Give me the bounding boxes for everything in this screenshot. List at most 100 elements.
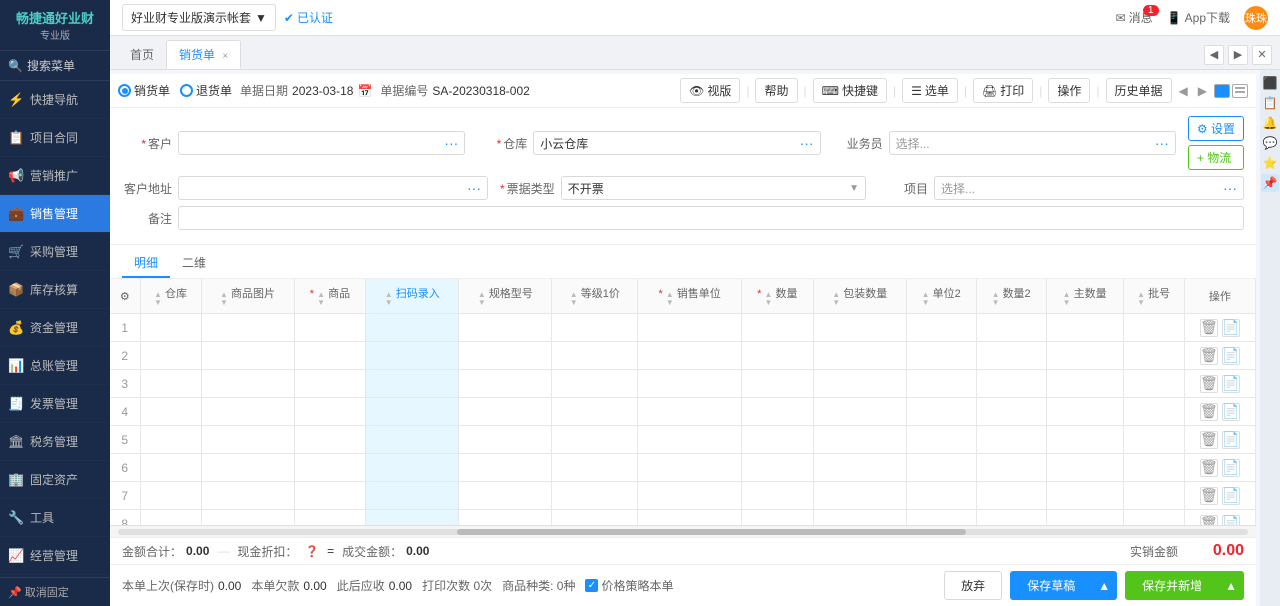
cell-qty2[interactable]: [976, 370, 1046, 398]
sidebar-item-inventory[interactable]: 📦 库存核算: [0, 271, 110, 309]
cell-product[interactable]: [294, 482, 366, 510]
sidebar-item-billing[interactable]: 🧾 发票管理: [0, 385, 110, 423]
cell-product[interactable]: [294, 370, 366, 398]
cell-warehouse[interactable]: [140, 342, 201, 370]
cell-scan[interactable]: [366, 370, 459, 398]
tab-mingxi[interactable]: 明细: [122, 249, 170, 278]
cell-product-img[interactable]: [201, 426, 294, 454]
copy-row-btn[interactable]: 📄: [1222, 403, 1240, 421]
cell-pack-qty[interactable]: [813, 314, 906, 342]
copy-row-btn[interactable]: 📄: [1222, 459, 1240, 477]
cell-product-img[interactable]: [201, 398, 294, 426]
setup-btn[interactable]: ⚙ 设置: [1188, 116, 1244, 141]
cell-main-qty[interactable]: [1046, 510, 1123, 526]
address-input[interactable]: ···: [178, 176, 488, 200]
cell-main-qty[interactable]: [1046, 342, 1123, 370]
delete-row-btn[interactable]: 🗑: [1200, 319, 1218, 337]
cell-pack-qty[interactable]: [813, 426, 906, 454]
right-panel-icon-1[interactable]: ⬛: [1261, 74, 1279, 92]
view-btn[interactable]: 👁 视版: [680, 78, 740, 103]
cell-batch[interactable]: [1123, 510, 1184, 526]
right-panel-icon-6[interactable]: 📌: [1261, 174, 1279, 192]
cell-product-img[interactable]: [201, 314, 294, 342]
cell-scan[interactable]: [366, 398, 459, 426]
cell-spec[interactable]: [459, 482, 552, 510]
save-new-btn[interactable]: 保存并新增: [1125, 571, 1219, 600]
cell-sales-unit[interactable]: [638, 482, 742, 510]
copy-row-btn[interactable]: 📄: [1222, 487, 1240, 505]
cell-grade-price[interactable]: [552, 426, 638, 454]
th-scan-input[interactable]: ▲▼ 扫码录入: [366, 279, 459, 314]
cell-product[interactable]: [294, 314, 366, 342]
cell-warehouse[interactable]: [140, 314, 201, 342]
cell-batch[interactable]: [1123, 454, 1184, 482]
cell-qty2[interactable]: [976, 426, 1046, 454]
cell-spec[interactable]: [459, 370, 552, 398]
cell-grade-price[interactable]: [552, 342, 638, 370]
copy-row-btn[interactable]: 📄: [1222, 515, 1240, 526]
user-avatar-btn[interactable]: 珠珠: [1244, 6, 1268, 30]
cell-sales-unit[interactable]: [638, 342, 742, 370]
salesperson-input[interactable]: 选择... ···: [889, 131, 1176, 155]
cell-batch[interactable]: [1123, 398, 1184, 426]
tab-window-close-btn[interactable]: ✕: [1252, 45, 1272, 65]
cell-batch[interactable]: [1123, 370, 1184, 398]
save-draft-btn[interactable]: 保存草稿: [1010, 571, 1092, 600]
radio-sales-order[interactable]: 销货单: [118, 82, 170, 99]
sidebar-item-accounting[interactable]: 📊 总账管理: [0, 347, 110, 385]
cell-product[interactable]: [294, 510, 366, 526]
cell-unit2[interactable]: [906, 342, 976, 370]
sidebar-item-purchase[interactable]: 🛒 采购管理: [0, 233, 110, 271]
cell-product-img[interactable]: [201, 482, 294, 510]
cell-batch[interactable]: [1123, 314, 1184, 342]
history-btn[interactable]: 历史单据: [1106, 78, 1172, 103]
cell-unit2[interactable]: [906, 482, 976, 510]
cell-scan[interactable]: [366, 342, 459, 370]
cell-product[interactable]: [294, 454, 366, 482]
cell-qty2[interactable]: [976, 398, 1046, 426]
cell-pack-qty[interactable]: [813, 342, 906, 370]
delete-row-btn[interactable]: 🗑: [1200, 347, 1218, 365]
help-btn[interactable]: 帮助: [755, 78, 797, 103]
invoice-select[interactable]: 不开票 ▼: [561, 176, 866, 200]
cell-grade-price[interactable]: [552, 454, 638, 482]
th-grade-price[interactable]: ▲▼ 等级1价: [552, 279, 638, 314]
copy-row-btn[interactable]: 📄: [1222, 431, 1240, 449]
company-selector[interactable]: 好业财专业版演示帐套 ▼: [122, 4, 276, 31]
copy-row-btn[interactable]: 📄: [1222, 319, 1240, 337]
cell-pack-qty[interactable]: [813, 370, 906, 398]
sidebar-item-capital[interactable]: 💰 资金管理: [0, 309, 110, 347]
right-panel-icon-4[interactable]: 💬: [1261, 134, 1279, 152]
th-product-img[interactable]: ▲▼ 商品图片: [201, 279, 294, 314]
cell-quantity[interactable]: [741, 370, 813, 398]
cell-product-img[interactable]: [201, 510, 294, 526]
cell-unit2[interactable]: [906, 510, 976, 526]
cell-quantity[interactable]: [741, 398, 813, 426]
th-spec[interactable]: ▲▼ 规格型号: [459, 279, 552, 314]
cell-warehouse[interactable]: [140, 398, 201, 426]
th-settings[interactable]: ⚙: [110, 279, 140, 314]
cell-scan[interactable]: [366, 426, 459, 454]
cell-qty2[interactable]: [976, 342, 1046, 370]
scroll-thumb[interactable]: [457, 529, 966, 535]
sidebar-item-sales[interactable]: 💼 销售管理: [0, 195, 110, 233]
remarks-input[interactable]: [178, 206, 1244, 230]
price-policy-checkbox[interactable]: ✓: [585, 579, 598, 592]
tab-home[interactable]: 首页: [118, 41, 166, 68]
cell-main-qty[interactable]: [1046, 454, 1123, 482]
sidebar-item-fixed-assets[interactable]: 🏢 固定资产: [0, 461, 110, 499]
sidebar-item-quick-nav[interactable]: ⚡ 快捷导航: [0, 81, 110, 119]
cancel-fixed-btn[interactable]: 📌 取消固定: [0, 577, 110, 606]
cell-spec[interactable]: [459, 342, 552, 370]
calendar-icon[interactable]: 📅: [357, 84, 372, 98]
date-value[interactable]: 2023-03-18: [292, 84, 353, 98]
cell-product-img[interactable]: [201, 454, 294, 482]
cell-grade-price[interactable]: [552, 510, 638, 526]
th-unit2[interactable]: ▲▼ 单位2: [906, 279, 976, 314]
customer-input[interactable]: ···: [178, 131, 465, 155]
cell-unit2[interactable]: [906, 454, 976, 482]
sidebar-item-project[interactable]: 📋 项目合同: [0, 119, 110, 157]
cell-quantity[interactable]: [741, 454, 813, 482]
right-panel-icon-2[interactable]: 📋: [1261, 94, 1279, 112]
cell-scan[interactable]: [366, 510, 459, 526]
